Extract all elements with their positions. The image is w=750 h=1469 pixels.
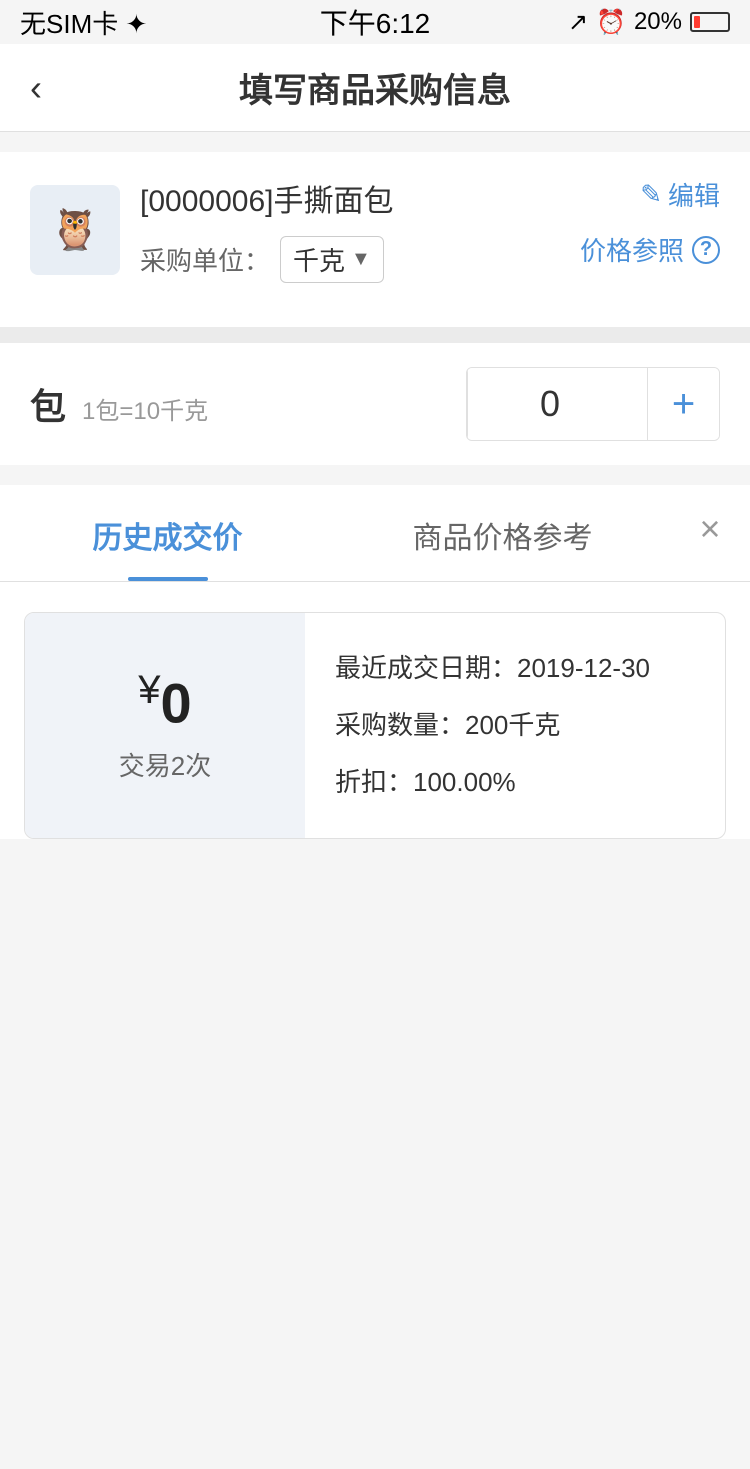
status-icons: ↗ ⏰ 20% bbox=[568, 8, 730, 37]
price-value: 0 bbox=[161, 672, 192, 735]
tab-underline bbox=[128, 577, 208, 581]
product-actions: ✎ 编辑 价格参照 ? bbox=[580, 176, 720, 268]
info-icon: ? bbox=[692, 236, 720, 264]
tab-history-price[interactable]: 历史成交价 bbox=[0, 485, 335, 581]
back-button[interactable]: ‹ bbox=[30, 67, 42, 109]
currency-symbol: ¥ bbox=[138, 668, 160, 712]
time-text: 下午6:12 bbox=[320, 2, 431, 42]
purchase-qty-label: 采购数量： bbox=[335, 710, 465, 740]
alarm-icon: ⏰ bbox=[596, 8, 626, 37]
discount-label: 折扣： bbox=[335, 767, 413, 797]
edit-button[interactable]: ✎ 编辑 bbox=[640, 176, 720, 213]
price-reference-button[interactable]: 价格参照 ? bbox=[580, 231, 720, 268]
quantity-label-group: 包 1包=10千克 bbox=[30, 378, 208, 430]
price-ref-label: 价格参照 bbox=[580, 231, 684, 268]
location-icon: ↗ bbox=[568, 8, 588, 37]
quantity-unit: 包 bbox=[30, 378, 66, 430]
unit-dropdown[interactable]: 千克 ▼ bbox=[280, 236, 384, 283]
unit-value: 千克 bbox=[293, 241, 345, 278]
battery-icon bbox=[690, 12, 730, 32]
carrier-text: 无SIM卡 ✦ bbox=[20, 4, 147, 41]
discount-value: 100.00% bbox=[413, 767, 516, 797]
recent-date-label: 最近成交日期： bbox=[335, 653, 517, 683]
trade-count: 交易2次 bbox=[119, 746, 211, 783]
unit-label: 采购单位： bbox=[140, 241, 270, 278]
section-divider bbox=[0, 327, 750, 343]
quantity-input[interactable] bbox=[467, 368, 647, 440]
product-left: 🦉 [0000006]手撕面包 采购单位： 千克 ▼ bbox=[30, 176, 393, 283]
product-section: 🦉 [0000006]手撕面包 采购单位： 千克 ▼ ✎ 编辑 价格参照 bbox=[0, 152, 750, 327]
tabs-section: 历史成交价 商品价格参考 × ¥0 交易2次 最近成交日期：2019-12-30… bbox=[0, 485, 750, 839]
battery-percent: 20% bbox=[634, 8, 682, 36]
edit-icon: ✎ bbox=[640, 179, 662, 210]
product-info: [0000006]手撕面包 采购单位： 千克 ▼ bbox=[140, 176, 393, 283]
nav-bar: ‹ 填写商品采购信息 bbox=[0, 44, 750, 132]
recent-date-row: 最近成交日期：2019-12-30 bbox=[335, 649, 695, 688]
history-card-left: ¥0 交易2次 bbox=[25, 613, 305, 838]
edit-label: 编辑 bbox=[668, 176, 720, 213]
history-card-right: 最近成交日期：2019-12-30 采购数量：200千克 折扣：100.00% bbox=[305, 613, 725, 838]
tabs-header: 历史成交价 商品价格参考 × bbox=[0, 485, 750, 582]
product-thumbnail-icon: 🦉 bbox=[50, 206, 100, 253]
history-card: ¥0 交易2次 最近成交日期：2019-12-30 采购数量：200千克 折扣：… bbox=[24, 612, 726, 839]
price-display: ¥0 bbox=[138, 668, 191, 736]
tab-history-label: 历史成交价 bbox=[93, 522, 243, 555]
quantity-plus-button[interactable]: + bbox=[647, 368, 719, 440]
product-header: 🦉 [0000006]手撕面包 采购单位： 千克 ▼ ✎ 编辑 价格参照 bbox=[30, 176, 720, 283]
quantity-controls: + bbox=[466, 367, 720, 441]
quantity-section: 包 1包=10千克 + bbox=[0, 343, 750, 465]
purchase-qty-value: 200千克 bbox=[465, 710, 560, 740]
product-name: [0000006]手撕面包 bbox=[140, 176, 393, 220]
product-image: 🦉 bbox=[30, 185, 120, 275]
quantity-conversion: 1包=10千克 bbox=[82, 391, 208, 426]
tab-product-label: 商品价格参考 bbox=[413, 522, 593, 555]
dropdown-arrow-icon: ▼ bbox=[351, 248, 371, 271]
recent-date-value: 2019-12-30 bbox=[517, 653, 650, 683]
purchase-qty-row: 采购数量：200千克 bbox=[335, 706, 695, 745]
tab-product-price-ref[interactable]: 商品价格参考 bbox=[335, 485, 670, 581]
main-content bbox=[0, 869, 750, 1469]
tab-close-button[interactable]: × bbox=[670, 508, 750, 558]
status-bar: 无SIM卡 ✦ 下午6:12 ↗ ⏰ 20% bbox=[0, 0, 750, 44]
page-title: 填写商品采购信息 bbox=[239, 63, 511, 112]
product-unit-row: 采购单位： 千克 ▼ bbox=[140, 236, 393, 283]
discount-row: 折扣：100.00% bbox=[335, 763, 695, 802]
